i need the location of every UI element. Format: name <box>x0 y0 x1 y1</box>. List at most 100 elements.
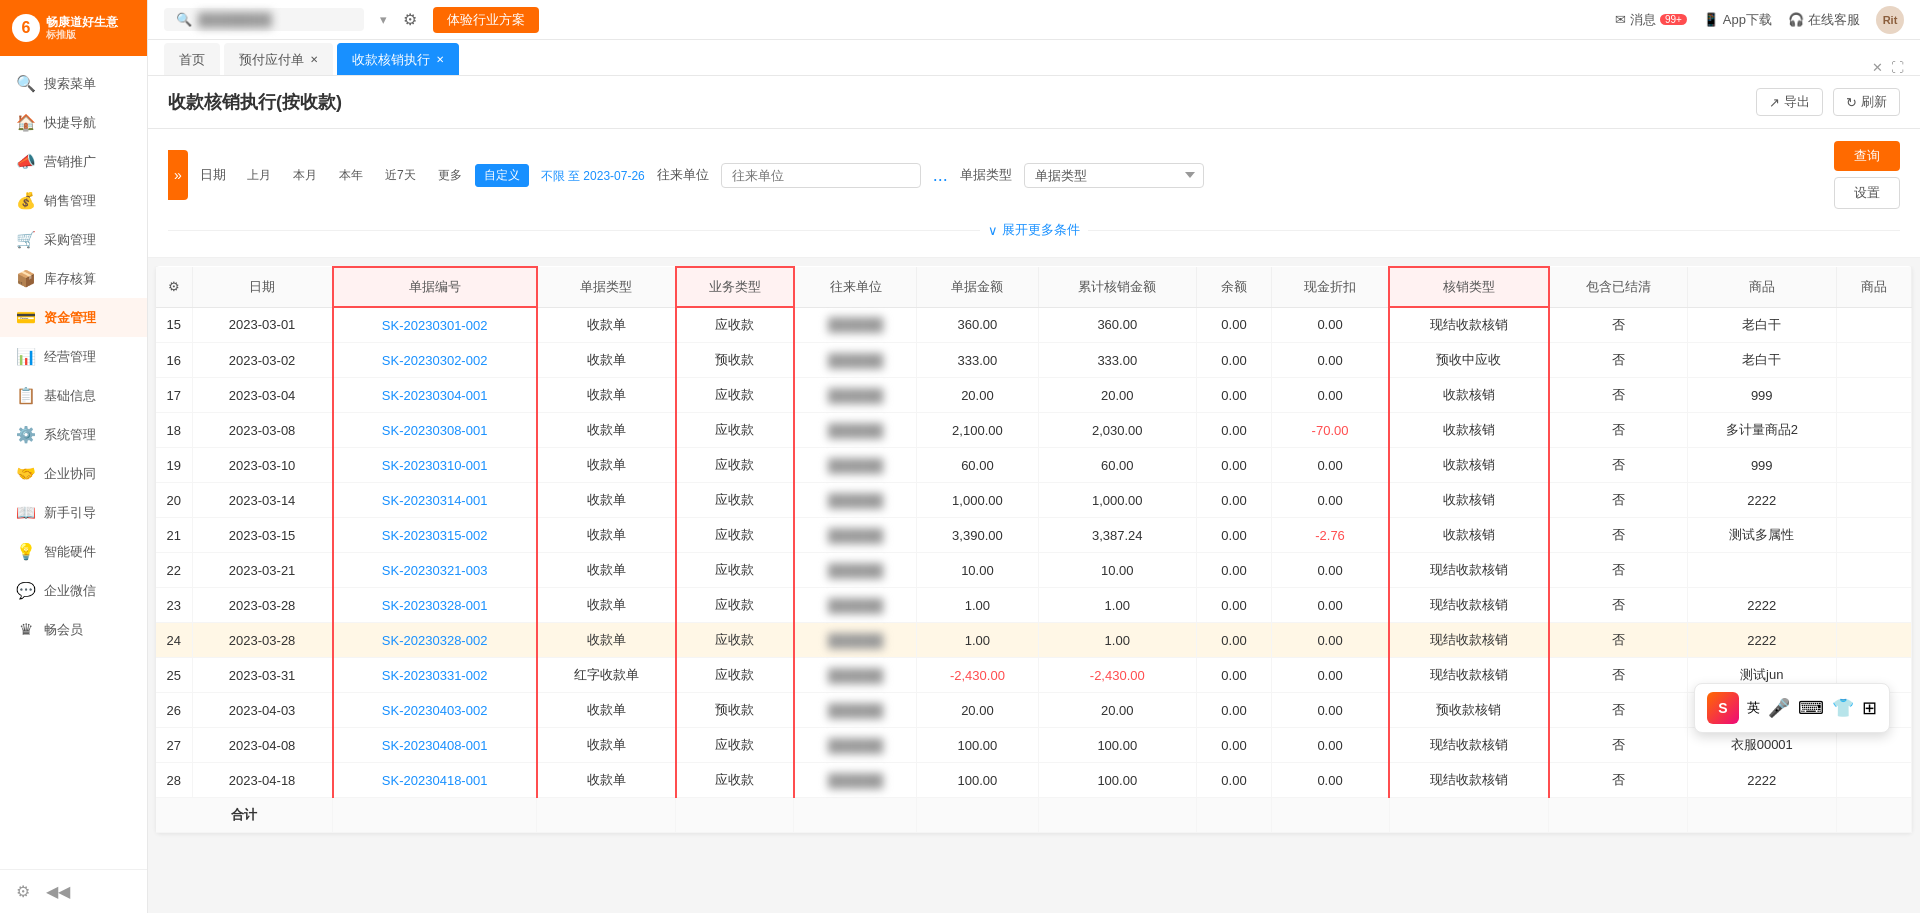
doc-type-select[interactable]: 单据类型 <box>1024 163 1204 188</box>
date-this-month-button[interactable]: 本月 <box>284 164 326 187</box>
keyboard-icon[interactable]: ⌨ <box>1798 697 1824 719</box>
doc-no-link[interactable]: SK-20230403-002 <box>382 703 488 718</box>
query-button[interactable]: 查询 <box>1834 141 1900 171</box>
table-row: 19 2023-03-10 SK-20230310-001 收款单 应收款 ██… <box>156 448 1912 483</box>
tab-home[interactable]: 首页 <box>164 43 220 75</box>
col-header-cancel-type: 核销类型 <box>1389 267 1549 307</box>
doc-no-link[interactable]: SK-20230418-001 <box>382 773 488 788</box>
phone-icon: 📱 <box>1703 12 1719 27</box>
doc-no-link[interactable]: SK-20230321-003 <box>382 563 488 578</box>
maximize-icon[interactable]: ⛶ <box>1891 60 1904 75</box>
expand-line-left <box>168 230 980 231</box>
col-header-product2: 商品 <box>1836 267 1911 307</box>
doc-no-link[interactable]: SK-20230304-001 <box>382 388 488 403</box>
cell-doc-no: SK-20230418-001 <box>333 763 537 798</box>
cell-amount: 3,390.00 <box>917 518 1038 553</box>
cell-partner: ██████ <box>794 518 917 553</box>
cell-partner: ██████ <box>794 483 917 518</box>
sidebar-item-enterprise[interactable]: 🤝 企业协同 <box>0 454 147 493</box>
doc-no-link[interactable]: SK-20230328-001 <box>382 598 488 613</box>
online-service-button[interactable]: 🎧 在线客服 <box>1788 11 1860 29</box>
sidebar-item-label-sales: 销售管理 <box>44 192 96 210</box>
tab-collection-label: 收款核销执行 <box>352 51 430 69</box>
sidebar-item-finance[interactable]: 💳 资金管理 <box>0 298 147 337</box>
cell-no: 22 <box>156 553 192 588</box>
filter-settings-button[interactable]: 设置 <box>1834 177 1900 209</box>
date-custom-button[interactable]: 自定义 <box>475 164 529 187</box>
tab-prepay-close-icon[interactable]: ✕ <box>310 54 318 65</box>
cell-partner: ██████ <box>794 343 917 378</box>
col-header-settings[interactable]: ⚙ <box>156 267 192 307</box>
cell-product2 <box>1836 448 1911 483</box>
settings-icon[interactable]: ⚙ <box>16 882 30 901</box>
doc-no-link[interactable]: SK-20230308-001 <box>382 423 488 438</box>
partner-more-button[interactable]: ... <box>933 166 948 184</box>
total-partner <box>794 798 917 833</box>
tab-collection-close-icon[interactable]: ✕ <box>436 54 444 65</box>
mic-icon[interactable]: 🎤 <box>1768 697 1790 719</box>
industry-solution-button[interactable]: 体验行业方案 <box>433 7 539 33</box>
date-this-year-button[interactable]: 本年 <box>330 164 372 187</box>
doc-no-link[interactable]: SK-20230302-002 <box>382 353 488 368</box>
sidebar-item-quick[interactable]: 🏠 快捷导航 <box>0 103 147 142</box>
expand-conditions-button[interactable]: ∨ 展开更多条件 <box>988 215 1080 245</box>
date-7days-button[interactable]: 近7天 <box>376 164 425 187</box>
date-prev-month-button[interactable]: 上月 <box>238 164 280 187</box>
sidebar-item-sales[interactable]: 💰 销售管理 <box>0 181 147 220</box>
cell-partner: ██████ <box>794 763 917 798</box>
partner-input[interactable] <box>721 163 921 188</box>
message-button[interactable]: ✉ 消息 99+ <box>1615 11 1687 29</box>
shirt-icon[interactable]: 👕 <box>1832 697 1854 719</box>
sidebar-item-marketing[interactable]: 📣 营销推广 <box>0 142 147 181</box>
cell-balance: 0.00 <box>1196 588 1271 623</box>
cell-no: 18 <box>156 413 192 448</box>
sidebar-item-purchase[interactable]: 🛒 采购管理 <box>0 220 147 259</box>
cell-discount: -70.00 <box>1272 413 1390 448</box>
cell-accum: 100.00 <box>1038 763 1196 798</box>
sidebar-item-member[interactable]: ♛ 畅会员 <box>0 610 147 649</box>
cell-balance: 0.00 <box>1196 413 1271 448</box>
cell-product2 <box>1836 483 1911 518</box>
topbar-dropdown-arrow[interactable]: ▾ <box>380 12 387 27</box>
inventory-icon: 📦 <box>16 269 36 288</box>
table-row: 25 2023-03-31 SK-20230331-002 红字收款单 应收款 … <box>156 658 1912 693</box>
app-download-button[interactable]: 📱 App下载 <box>1703 11 1772 29</box>
cell-amount: 100.00 <box>917 763 1038 798</box>
sidebar-item-wechat[interactable]: 💬 企业微信 <box>0 571 147 610</box>
doc-no-link[interactable]: SK-20230408-001 <box>382 738 488 753</box>
doc-no-link[interactable]: SK-20230301-002 <box>382 318 488 333</box>
tab-collection[interactable]: 收款核销执行 ✕ <box>337 43 459 75</box>
close-tab-icon[interactable]: ✕ <box>1872 60 1883 75</box>
sidebar-item-basic[interactable]: 📋 基础信息 <box>0 376 147 415</box>
cell-discount: 0.00 <box>1272 763 1390 798</box>
topbar-gear-icon[interactable]: ⚙ <box>403 10 417 29</box>
sidebar-item-system[interactable]: ⚙️ 系统管理 <box>0 415 147 454</box>
doc-no-link[interactable]: SK-20230315-002 <box>382 528 488 543</box>
grid-icon[interactable]: ⊞ <box>1862 697 1877 719</box>
tab-prepay[interactable]: 预付应付单 ✕ <box>224 43 333 75</box>
sidebar-item-operation[interactable]: 📊 经营管理 <box>0 337 147 376</box>
sidebar-item-search[interactable]: 🔍 搜索菜单 <box>0 64 147 103</box>
user-avatar[interactable]: Rit <box>1876 6 1904 34</box>
cell-biz-type: 应收款 <box>676 728 794 763</box>
cell-doc-no: SK-20230321-003 <box>333 553 537 588</box>
operation-icon: 📊 <box>16 347 36 366</box>
doc-no-link[interactable]: SK-20230310-001 <box>382 458 488 473</box>
refresh-button[interactable]: ↻ 刷新 <box>1833 88 1900 116</box>
sidebar-item-inventory[interactable]: 📦 库存核算 <box>0 259 147 298</box>
filter-expand-button[interactable]: » <box>168 150 188 200</box>
collapse-icon[interactable]: ◀◀ <box>46 882 70 901</box>
cell-discount: 0.00 <box>1272 343 1390 378</box>
export-button[interactable]: ↗ 导出 <box>1756 88 1823 116</box>
doc-no-link[interactable]: SK-20230314-001 <box>382 493 488 508</box>
cell-balance: 0.00 <box>1196 518 1271 553</box>
doc-no-link[interactable]: SK-20230328-002 <box>382 633 488 648</box>
date-more-button[interactable]: 更多 <box>429 164 471 187</box>
doc-no-link[interactable]: SK-20230331-002 <box>382 668 488 683</box>
cell-amount: 333.00 <box>917 343 1038 378</box>
total-discount <box>1272 798 1390 833</box>
cell-product: 999 <box>1687 448 1836 483</box>
sidebar-item-hardware[interactable]: 💡 智能硬件 <box>0 532 147 571</box>
sidebar-item-label-quick: 快捷导航 <box>44 114 96 132</box>
sidebar-item-guide[interactable]: 📖 新手引导 <box>0 493 147 532</box>
